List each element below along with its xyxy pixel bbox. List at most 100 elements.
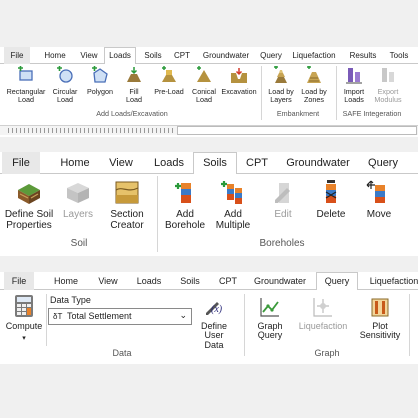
circular-load-icon (56, 66, 74, 84)
tab-loads[interactable]: Loads (104, 47, 136, 65)
tab-groundwater[interactable]: Groundwater (198, 47, 254, 64)
move-borehole-button[interactable]: Move (356, 176, 402, 236)
ribbon-panel-query: File Home View Loads Soils CPT Groundwat… (0, 272, 418, 364)
conical-load-icon (195, 66, 213, 84)
tab-file[interactable]: File (4, 47, 30, 64)
group-label-embankment: Embankment (276, 109, 320, 118)
excavation-button[interactable]: Excavation (220, 66, 258, 108)
group-separator (46, 294, 47, 346)
define-user-data-icon: (x) (203, 296, 225, 316)
conical-load-label: Conical Load (192, 87, 216, 104)
define-soil-properties-button[interactable]: Define Soil Properties (2, 176, 56, 236)
group-separator (157, 176, 158, 252)
tab-loads[interactable]: Loads (146, 152, 192, 174)
tab-soils[interactable]: Soils (172, 272, 208, 290)
pre-load-label: Pre-Load (154, 87, 184, 96)
tab-cpt[interactable]: CPT (168, 47, 196, 64)
add-multiple-label: Add Multiple (215, 209, 251, 231)
fill-load-button[interactable]: Fill Load (118, 66, 150, 108)
delete-borehole-button[interactable]: Delete (308, 176, 354, 236)
tab-liquefaction[interactable]: Liquefaction (288, 47, 340, 64)
data-type-label: Data Type (50, 295, 91, 305)
data-type-value: Total Settlement (67, 311, 132, 321)
plot-sensitivity-label: Plot Sensitivity (359, 321, 401, 341)
pre-load-button[interactable]: Pre-Load (150, 66, 188, 108)
tab-loads[interactable]: Loads (130, 272, 168, 290)
tab-cpt[interactable]: CPT (212, 272, 244, 290)
group-label-data: Data (112, 348, 132, 358)
load-by-layers-icon (272, 66, 290, 84)
ruler-ticks (8, 128, 176, 133)
settlement-symbol-icon: δT (53, 312, 63, 321)
define-soil-properties-label: Define Soil Properties (4, 209, 54, 231)
plot-sensitivity-icon (369, 296, 391, 318)
section-creator-button[interactable]: Section Creator (102, 176, 152, 236)
liquefaction-graph-icon (312, 296, 334, 318)
tab-query[interactable]: Query (256, 47, 286, 64)
delete-borehole-icon (317, 178, 345, 206)
ribbon-panel-loads: File Home View Loads Soils CPT Groundwat… (0, 47, 418, 137)
rectangular-load-button[interactable]: Rectangular Load (4, 66, 48, 108)
tab-view[interactable]: View (74, 47, 104, 64)
conical-load-button[interactable]: Conical Load (188, 66, 220, 108)
import-loads-icon (345, 66, 363, 84)
liquefaction-graph-label: Liquefaction (298, 321, 348, 331)
chevron-down-icon: ▾ (22, 335, 26, 342)
load-by-zones-label: Load by Zones (301, 87, 327, 104)
ribbon-body: Compute ▾ Data Type δT Total Settlement … (0, 290, 418, 364)
rectangular-load-label: Rectangular Load (6, 87, 46, 104)
tab-view[interactable]: View (100, 152, 142, 174)
edit-borehole-label: Edit (274, 209, 292, 220)
add-borehole-button[interactable]: Add Borehole (162, 176, 208, 236)
edit-borehole-icon (269, 178, 297, 206)
delete-borehole-label: Delete (316, 209, 346, 220)
tab-liquefaction[interactable]: Liquefaction (362, 272, 418, 290)
layers-label: Layers (62, 209, 93, 220)
add-multiple-button[interactable]: Add Multiple (210, 176, 256, 236)
export-modulus-button[interactable]: Export Modulus (370, 66, 406, 108)
layers-button[interactable]: Layers (58, 176, 98, 236)
edit-borehole-button[interactable]: Edit (262, 176, 304, 236)
excavation-icon (230, 66, 248, 84)
move-borehole-label: Move (366, 209, 392, 220)
tab-cpt[interactable]: CPT (238, 152, 276, 174)
tab-groundwater[interactable]: Groundwater (280, 152, 356, 174)
tab-view[interactable]: View (92, 272, 124, 290)
group-separator (244, 294, 245, 356)
export-modulus-icon (379, 66, 397, 84)
load-by-zones-button[interactable]: Load by Zones (298, 66, 330, 108)
graph-query-icon (259, 296, 281, 318)
group-label-graph: Graph (314, 348, 340, 358)
compute-button[interactable]: Compute ▾ (4, 292, 44, 346)
tab-query[interactable]: Query (316, 272, 358, 291)
tab-tools[interactable]: Tools (384, 47, 414, 64)
load-by-zones-icon (305, 66, 323, 84)
export-modulus-label: Export Modulus (374, 87, 402, 104)
tab-results[interactable]: Results (346, 47, 380, 64)
text-cursor-box[interactable] (177, 126, 417, 135)
tab-home[interactable]: Home (46, 272, 86, 290)
tab-file[interactable]: File (4, 272, 34, 290)
data-type-select[interactable]: δT Total Settlement ⌄ (48, 308, 192, 325)
fill-load-label: Fill Load (126, 87, 142, 104)
tab-file[interactable]: File (2, 152, 40, 174)
define-user-data-button[interactable]: (x) Define User Data (194, 292, 234, 350)
liquefaction-graph-button[interactable]: Liquefaction (294, 292, 352, 346)
load-by-layers-button[interactable]: Load by Layers (264, 66, 298, 108)
tab-home[interactable]: Home (40, 47, 70, 64)
excavation-label: Excavation (221, 87, 257, 96)
ribbon-body: Rectangular Load Circular Load Polygon F… (0, 64, 418, 124)
tab-soils[interactable]: Soils (193, 152, 237, 175)
tab-groundwater[interactable]: Groundwater (248, 272, 312, 290)
tab-soils[interactable]: Soils (138, 47, 168, 64)
import-loads-button[interactable]: Import Loads (338, 66, 370, 108)
circular-load-button[interactable]: Circular Load (48, 66, 82, 108)
graph-query-label: Graph Query (257, 321, 283, 341)
polygon-load-button[interactable]: Polygon (84, 66, 116, 108)
plot-sensitivity-button[interactable]: Plot Sensitivity (354, 292, 406, 346)
section-creator-label: Section Creator (110, 209, 144, 231)
graph-query-button[interactable]: Graph Query (250, 292, 290, 346)
tab-query[interactable]: Query (360, 152, 406, 174)
circular-load-label: Circular Load (52, 87, 78, 104)
tab-home[interactable]: Home (52, 152, 98, 174)
